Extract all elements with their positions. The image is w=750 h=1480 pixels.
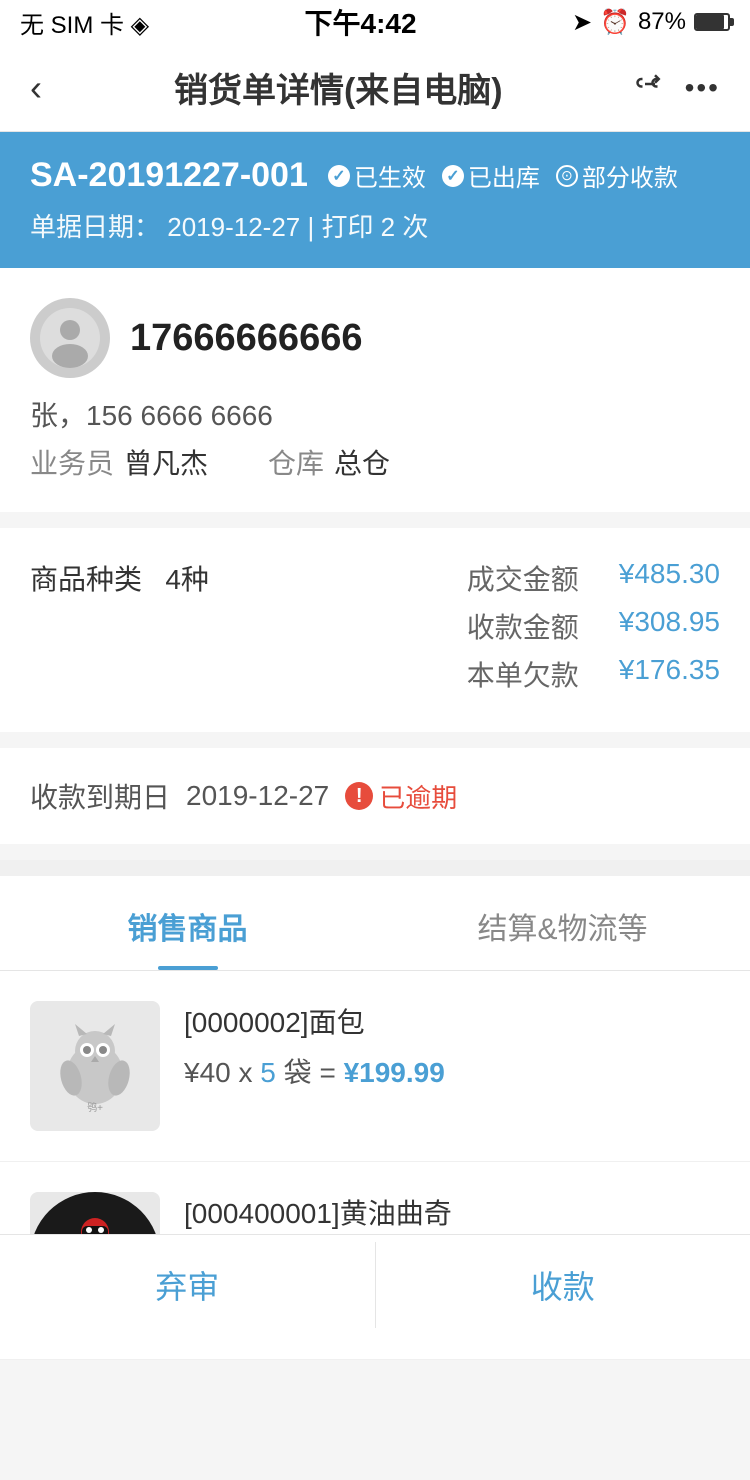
goods-type-value: 4种 bbox=[165, 564, 209, 595]
share-icon[interactable] bbox=[635, 69, 665, 107]
product-placeholder-1: 鸮+ bbox=[30, 1001, 160, 1131]
nav-bar: ‹ 销货单详情(来自电脑) ••• bbox=[0, 44, 750, 132]
check-icon-1: ✓ bbox=[328, 165, 350, 187]
status-right: ➤ ⏰ 87% bbox=[572, 8, 730, 37]
debt-amount-row: 本单欠款 ¥176.35 bbox=[467, 654, 720, 694]
overdue-text: 已逾期 bbox=[379, 778, 457, 815]
receipt-label: 收款金额 bbox=[467, 606, 579, 646]
order-id: SA-20191227-001 bbox=[30, 156, 308, 195]
status-left: 无 SIM 卡 ◈ bbox=[20, 5, 149, 40]
product-price-1: ¥40 bbox=[184, 1057, 231, 1088]
product-equal-1: = bbox=[319, 1057, 343, 1088]
badge-partial-text: 部分收款 bbox=[582, 158, 678, 193]
alarm-icon: ⏰ bbox=[600, 8, 630, 37]
badge-effective-text: 已生效 bbox=[354, 158, 426, 193]
badge-effective: ✓ 已生效 bbox=[328, 158, 426, 193]
receipt-value: ¥308.95 bbox=[619, 606, 720, 646]
customer-phone: 张，156 6666 6666 bbox=[30, 394, 720, 434]
product-price-row-1: ¥40 x 5 袋 = ¥199.99 bbox=[184, 1051, 720, 1091]
product-qty-1: 5 bbox=[260, 1057, 276, 1088]
cancel-button[interactable]: 弃审 bbox=[0, 1242, 376, 1328]
due-section: 收款到期日 2019-12-27 ! 已逾期 bbox=[0, 748, 750, 844]
warehouse: 仓库 总仓 bbox=[268, 442, 390, 482]
overdue-icon: ! bbox=[345, 782, 373, 810]
section-divider bbox=[0, 860, 750, 876]
product-multiply-1: x bbox=[239, 1057, 261, 1088]
sim-status: 无 SIM 卡 ◈ bbox=[20, 5, 149, 40]
badge-shipped-text: 已出库 bbox=[468, 158, 540, 193]
back-button[interactable]: ‹ bbox=[30, 67, 42, 109]
product-details-1: [0000002]面包 ¥40 x 5 袋 = ¥199.99 bbox=[184, 1001, 720, 1091]
more-icon[interactable]: ••• bbox=[685, 72, 720, 104]
goods-type-label: 商品种类 bbox=[30, 564, 142, 595]
sales-label: 业务员 bbox=[30, 442, 114, 482]
sales-person: 业务员 曾凡杰 bbox=[30, 442, 208, 482]
bottom-bar: 弃审 收款 bbox=[0, 1234, 750, 1334]
receipt-amount-row: 收款金额 ¥308.95 bbox=[467, 606, 720, 646]
warehouse-label: 仓库 bbox=[268, 442, 324, 482]
badge-partial-payment: ⊙ 部分收款 bbox=[556, 158, 678, 193]
tab-settlement[interactable]: 结算&物流等 bbox=[375, 876, 750, 970]
clock-icon: ⊙ bbox=[556, 165, 578, 187]
order-date-value: 2019-12-27 bbox=[167, 212, 300, 242]
avatar bbox=[30, 298, 110, 378]
badge-shipped: ✓ 已出库 bbox=[442, 158, 540, 193]
bottom-spacer bbox=[0, 1360, 750, 1480]
sales-value: 曾凡杰 bbox=[124, 442, 208, 482]
battery-icon bbox=[694, 13, 730, 31]
battery-text: 87% bbox=[638, 8, 686, 36]
status-time: 下午4:42 bbox=[305, 2, 417, 42]
warehouse-value: 总仓 bbox=[334, 442, 390, 482]
product-total-1: ¥199.99 bbox=[344, 1057, 445, 1088]
nav-actions: ••• bbox=[635, 69, 720, 107]
deal-value: ¥485.30 bbox=[619, 558, 720, 598]
product-unit-1: 袋 bbox=[284, 1057, 312, 1088]
page-title: 销货单详情(来自电脑) bbox=[174, 63, 503, 112]
status-badges: ✓ 已生效 ✓ 已出库 ⊙ 部分收款 bbox=[328, 158, 678, 193]
customer-info: 17666666666 bbox=[30, 298, 720, 378]
deal-label: 成交金额 bbox=[467, 558, 579, 598]
tabs-section: 销售商品 结算&物流等 bbox=[0, 876, 750, 971]
product-item: 鸮+ [0000002]面包 ¥40 x 5 袋 = ¥199.99 bbox=[0, 971, 750, 1162]
order-header: SA-20191227-001 ✓ 已生效 ✓ 已出库 ⊙ 部分收款 单据日期：… bbox=[0, 132, 750, 268]
status-bar: 无 SIM 卡 ◈ 下午4:42 ➤ ⏰ 87% bbox=[0, 0, 750, 44]
product-image-1: 鸮+ bbox=[30, 1001, 160, 1131]
product-name-2: [000400001]黄油曲奇 bbox=[184, 1192, 720, 1232]
order-print-info: | 打印 2 次 bbox=[307, 212, 428, 242]
order-id-row: SA-20191227-001 ✓ 已生效 ✓ 已出库 ⊙ 部分收款 bbox=[30, 156, 720, 195]
due-date-value: 2019-12-27 bbox=[186, 780, 329, 812]
check-icon-2: ✓ bbox=[442, 165, 464, 187]
customer-meta: 业务员 曾凡杰 仓库 总仓 bbox=[30, 442, 720, 482]
goods-types: 商品种类 4种 bbox=[30, 558, 209, 598]
deal-amount-row: 成交金额 ¥485.30 bbox=[467, 558, 720, 598]
confirm-button[interactable]: 收款 bbox=[376, 1242, 750, 1328]
location-icon: ➤ bbox=[572, 8, 592, 37]
due-date-label: 收款到期日 bbox=[30, 776, 170, 816]
debt-value: ¥176.35 bbox=[619, 654, 720, 694]
tab-products[interactable]: 销售商品 bbox=[0, 876, 375, 970]
overdue-badge: ! 已逾期 bbox=[345, 778, 457, 815]
debt-label: 本单欠款 bbox=[467, 654, 579, 694]
customer-section: 17666666666 张，156 6666 6666 业务员 曾凡杰 仓库 总… bbox=[0, 268, 750, 512]
amounts-right: 成交金额 ¥485.30 收款金额 ¥308.95 本单欠款 ¥176.35 bbox=[467, 558, 720, 702]
svg-text:鸮+: 鸮+ bbox=[87, 1101, 103, 1114]
order-date-label: 单据日期： bbox=[30, 212, 160, 242]
amounts-section: 商品种类 4种 成交金额 ¥485.30 收款金额 ¥308.95 本单欠款 ¥… bbox=[0, 528, 750, 732]
customer-name: 17666666666 bbox=[130, 317, 362, 360]
product-name-1: [0000002]面包 bbox=[184, 1001, 720, 1041]
order-date-row: 单据日期： 2019-12-27 | 打印 2 次 bbox=[30, 207, 720, 244]
